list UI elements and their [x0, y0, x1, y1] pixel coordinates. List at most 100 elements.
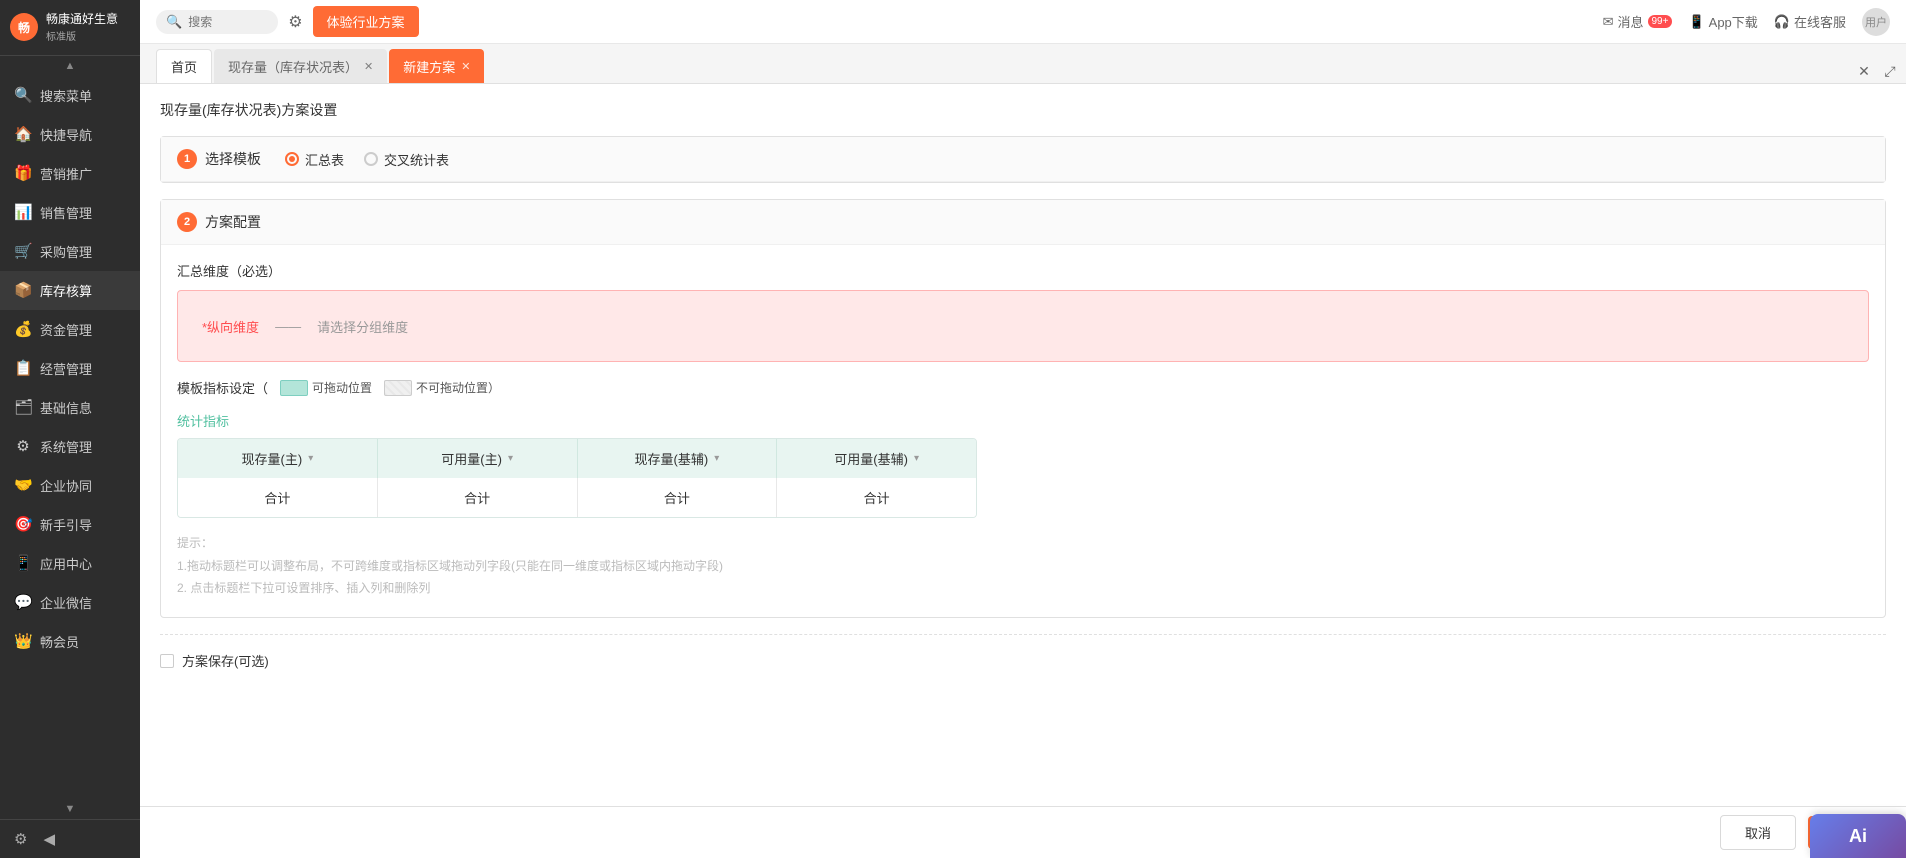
headset-icon: 🎧 [1774, 14, 1790, 30]
step1-title: 选择模板 [205, 149, 261, 169]
ai-float-button[interactable]: Ai [1810, 814, 1906, 858]
operations-icon: 📋 [14, 359, 32, 377]
avatar[interactable]: 用户 [1862, 8, 1890, 36]
sidebar-item-nav[interactable]: 🏠 快捷导航 [0, 115, 140, 154]
stats-cell-2: 合计 [578, 478, 778, 517]
page-content: 现存量(库存状况表)方案设置 1 选择模板 汇总表 交叉统计表 [140, 84, 1906, 806]
stats-header-usable-main[interactable]: 可用量(主) ▾ [378, 439, 578, 478]
sidebar-item-finance[interactable]: 💰 资金管理 [0, 310, 140, 349]
sidebar-scroll-down[interactable]: ▼ [0, 799, 140, 819]
sidebar-item-contract[interactable]: 🤝 企业协同 [0, 466, 140, 505]
apps-icon: 📱 [14, 554, 32, 572]
stats-header-current-main[interactable]: 现存量(主) ▾ [178, 439, 378, 478]
sidebar-item-marketing[interactable]: 🎁 营销推广 [0, 154, 140, 193]
home-icon: 🏠 [14, 125, 32, 143]
message-icon: ✉ [1603, 14, 1614, 30]
dim-arrow: —— [275, 319, 301, 334]
cell-value: 合计 [864, 488, 890, 507]
cell-value: 合计 [664, 488, 690, 507]
online-service-button[interactable]: 🎧 在线客服 [1774, 12, 1846, 31]
fixed-chip: 不可拖动位置） [384, 379, 500, 396]
topbar-right: ✉ 消息 99+ 📱 App下载 🎧 在线客服 用户 [1603, 8, 1890, 36]
app-download-button[interactable]: 📱 App下载 [1688, 12, 1757, 31]
sidebar-item-label: 企业微信 [40, 593, 92, 612]
sidebar-item-label: 系统管理 [40, 437, 92, 456]
topbar-left: 🔍 ⚙ 体验行业方案 [156, 6, 419, 37]
step2-body: 汇总维度（必选） *纵向维度 —— 请选择分组维度 模板指标设定（ 可拖动位置 [161, 245, 1885, 617]
chevron-down-icon: ▾ [308, 453, 313, 464]
radio-cross[interactable]: 交叉统计表 [364, 150, 449, 169]
radio-summary-circle [285, 152, 299, 166]
search-box[interactable]: 🔍 [156, 10, 278, 34]
tips-title: 提示： [177, 534, 1869, 551]
purchase-icon: 🛒 [14, 242, 32, 260]
step2-section: 2 方案配置 汇总维度（必选） *纵向维度 —— 请选择分组维度 模板指标设定（ [160, 199, 1886, 618]
fixed-box [384, 380, 412, 396]
indicator-row: 模板指标设定（ 可拖动位置 不可拖动位置） [177, 378, 1869, 397]
dim-placeholder: 请选择分组维度 [317, 317, 408, 336]
step2-badge: 2 [177, 212, 197, 232]
draggable-box [280, 380, 308, 396]
cancel-button[interactable]: 取消 [1720, 815, 1796, 850]
sidebar-item-wechat[interactable]: 💬 企业微信 [0, 583, 140, 622]
ai-label: Ai [1849, 826, 1867, 847]
window-close-btn[interactable]: ✕ [1852, 59, 1876, 83]
sidebar-item-base[interactable]: 🗂 基础信息 [0, 388, 140, 427]
header-label: 可用量(主) [441, 449, 502, 468]
search-input[interactable] [188, 15, 268, 29]
header-label: 可用量(基辅) [834, 449, 908, 468]
sidebar-item-system[interactable]: ⚙ 系统管理 [0, 427, 140, 466]
divider [160, 634, 1886, 635]
settings-icon[interactable]: ⚙ [14, 830, 27, 848]
search-icon: 🔍 [166, 14, 182, 30]
sidebar-item-label: 库存核算 [40, 281, 92, 300]
sidebar-item-sales[interactable]: 📊 销售管理 [0, 193, 140, 232]
tip-item-1: 1.拖动标题栏可以调整布局，不可跨维度或指标区域拖动列字段(只能在同一维度或指标… [177, 557, 1869, 575]
save-checkbox[interactable] [160, 654, 174, 668]
tab-close-icon[interactable]: ✕ [364, 60, 373, 73]
tab-new-plan[interactable]: 新建方案 ✕ [389, 49, 484, 83]
sidebar-item-label: 新手引导 [40, 515, 92, 534]
collapse-icon[interactable]: ◀ [43, 830, 55, 848]
sidebar-item-label: 经营管理 [40, 359, 92, 378]
service-label: 在线客服 [1794, 12, 1846, 31]
save-option: 方案保存(可选) [160, 651, 1886, 670]
base-icon: 🗂 [14, 398, 32, 416]
settings-icon[interactable]: ⚙ [288, 12, 302, 32]
sidebar-scroll-up[interactable]: ▲ [0, 56, 140, 76]
sidebar-item-guide[interactable]: 🎯 新手引导 [0, 505, 140, 544]
message-button[interactable]: ✉ 消息 99+ [1603, 12, 1673, 31]
draggable-label: 可拖动位置 [312, 379, 372, 396]
dimension-box[interactable]: *纵向维度 —— 请选择分组维度 [177, 290, 1869, 362]
sidebar-item-label: 应用中心 [40, 554, 92, 573]
cell-value: 合计 [264, 488, 290, 507]
avatar-text: 用户 [1865, 14, 1887, 30]
stats-header-current-aux[interactable]: 现存量(基辅) ▾ [578, 439, 778, 478]
sidebar-item-apps[interactable]: 📱 应用中心 [0, 544, 140, 583]
tabbar: 首页 现存量（库存状况表） ✕ 新建方案 ✕ ✕ ⤢ [140, 44, 1906, 84]
sidebar-item-operations[interactable]: 📋 经营管理 [0, 349, 140, 388]
chevron-down-icon: ▾ [914, 453, 919, 464]
save-option-label: 方案保存(可选) [182, 651, 269, 670]
tab-inventory-status[interactable]: 现存量（库存状况表） ✕ [214, 49, 387, 83]
main-content: 🔍 ⚙ 体验行业方案 ✉ 消息 99+ 📱 App下载 🎧 在线客服 用户 [140, 0, 1906, 858]
brand-logo: 畅 [10, 13, 38, 41]
header-label: 现存量(基辅) [635, 449, 709, 468]
sidebar-item-member[interactable]: 👑 畅会员 [0, 622, 140, 661]
stats-header-usable-aux[interactable]: 可用量(基辅) ▾ [777, 439, 976, 478]
tab-close-icon[interactable]: ✕ [461, 60, 470, 73]
sidebar-item-label: 销售管理 [40, 203, 92, 222]
industry-btn[interactable]: 体验行业方案 [313, 6, 419, 37]
sidebar-item-purchase[interactable]: 🛒 采购管理 [0, 232, 140, 271]
sidebar-item-inventory[interactable]: 📦 库存核算 [0, 271, 140, 310]
sidebar-item-label: 采购管理 [40, 242, 92, 261]
stats-cell-3: 合计 [777, 478, 976, 517]
radio-summary[interactable]: 汇总表 [285, 150, 344, 169]
sidebar-item-label: 资金管理 [40, 320, 92, 339]
sidebar-item-search[interactable]: 🔍 搜索菜单 [0, 76, 140, 115]
sidebar-item-label: 基础信息 [40, 398, 92, 417]
chevron-down-icon: ▾ [508, 453, 513, 464]
window-expand-btn[interactable]: ⤢ [1878, 59, 1902, 83]
fixed-label: 不可拖动位置） [416, 379, 500, 396]
tab-home[interactable]: 首页 [156, 49, 212, 83]
